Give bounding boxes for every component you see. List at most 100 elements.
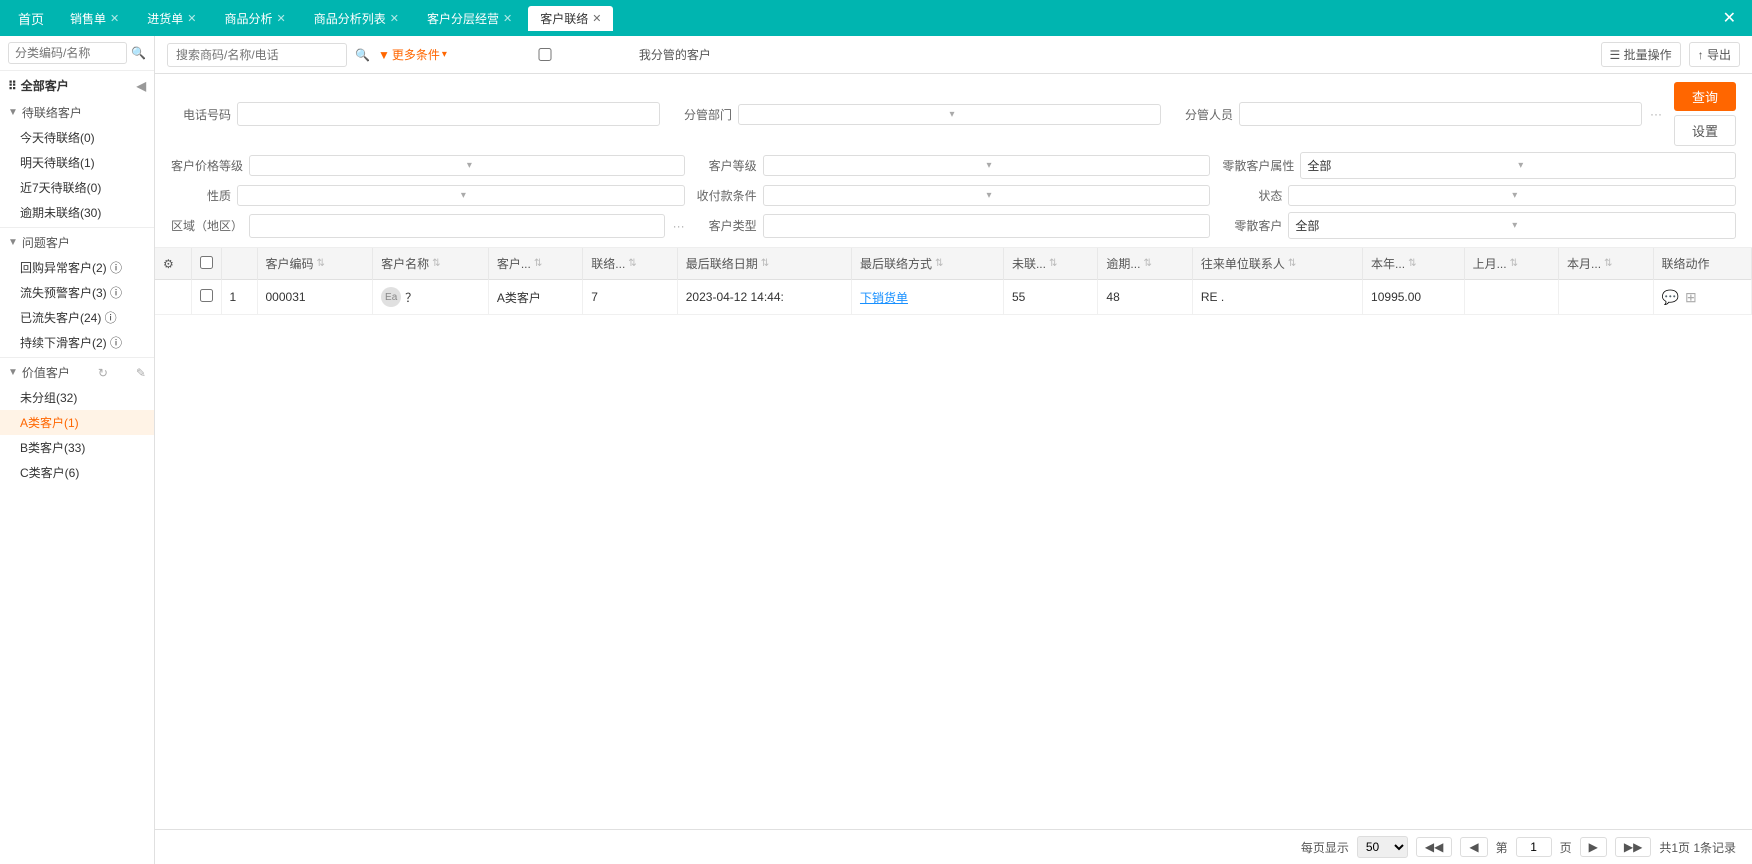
sidebar-item-b-class[interactable]: B类客户(33) <box>0 435 154 460</box>
sidebar-group-problem[interactable]: ▼ 问题客户 <box>0 230 154 255</box>
retail-cust-select[interactable]: 全部 ▾ <box>1288 212 1736 239</box>
search-input[interactable] <box>167 43 347 67</box>
retail-cust-label: 零散客户 <box>1222 217 1282 234</box>
person-dots-icon[interactable]: ··· <box>1650 107 1662 121</box>
th-unit-contact[interactable]: 往来单位联系人⇅ <box>1192 248 1362 280</box>
more-filters-btn[interactable]: ▼ 更多条件 ▾ <box>378 46 447 63</box>
td-checkbox[interactable] <box>191 280 221 315</box>
last-method-link[interactable]: 下销货单 <box>860 291 908 305</box>
close-tab-customer-contact[interactable]: ✕ <box>592 12 601 25</box>
sidebar-search-input[interactable] <box>8 42 127 64</box>
td-settings <box>155 280 191 315</box>
last-page-btn[interactable]: ▶▶ <box>1615 837 1651 857</box>
nav-tab-customer-tier[interactable]: 客户分层经营 ✕ <box>415 6 524 31</box>
qr-action-icon[interactable]: ⊞ <box>1685 289 1697 306</box>
retail-cust-value: 全部 <box>1295 217 1512 234</box>
price-tier-label: 客户价格等级 <box>171 157 243 174</box>
sidebar-item-unclassified[interactable]: 未分组(32) <box>0 385 154 410</box>
nature-select[interactable]: ▾ <box>237 185 685 206</box>
query-btn[interactable]: 查询 <box>1674 82 1736 111</box>
sidebar-item-7days[interactable]: 近7天待联络(0) <box>0 175 154 200</box>
sort-name-icon: ⇅ <box>432 258 440 269</box>
td-code: 000031 <box>257 280 373 315</box>
sidebar-all-customers-header[interactable]: ⠿ 全部客户 ◀ <box>0 71 154 100</box>
retail-attr-select[interactable]: 全部 ▾ <box>1300 152 1736 179</box>
nav-tab-sales[interactable]: 销售单 ✕ <box>58 6 131 31</box>
export-btn[interactable]: ↑ 导出 <box>1689 42 1740 67</box>
th-name[interactable]: 客户名称⇅ <box>373 248 489 280</box>
nav-tab-analysis-list[interactable]: 商品分析列表 ✕ <box>302 6 411 31</box>
sidebar-item-tomorrow[interactable]: 明天待联络(1) <box>0 150 154 175</box>
th-overdue[interactable]: 逾期...⇅ <box>1098 248 1192 280</box>
sidebar-group-value[interactable]: ▼ 价值客户 ↻ ✎ <box>0 360 154 385</box>
select-all-checkbox[interactable] <box>200 256 213 269</box>
my-customers-checkbox-wrap[interactable]: 我分管的客户 <box>455 46 711 63</box>
region-dots-icon[interactable]: ··· <box>673 219 685 233</box>
td-last-method: 下销货单 <box>851 280 1003 315</box>
payment-select[interactable]: ▾ <box>763 185 1211 206</box>
sidebar-item-churn-warning[interactable]: 流失预警客户(3) ⓘ <box>0 280 154 305</box>
nav-tab-analysis[interactable]: 商品分析 ✕ <box>212 6 297 31</box>
nav-tab-customer-contact[interactable]: 客户联络 ✕ <box>528 6 613 31</box>
th-last-method[interactable]: 最后联络方式⇅ <box>851 248 1003 280</box>
search-icon[interactable]: 🔍 <box>355 48 370 62</box>
cust-tier-select[interactable]: ▾ <box>763 155 1211 176</box>
status-select[interactable]: ▾ <box>1288 185 1736 206</box>
table-settings-icon[interactable]: ⚙ <box>163 257 174 271</box>
window-close-icon[interactable]: ✕ <box>1715 6 1744 30</box>
nav-home[interactable]: 首页 <box>8 5 54 32</box>
customer-name-text[interactable]: ？ <box>405 289 417 306</box>
setting-btn[interactable]: 设置 <box>1674 115 1736 146</box>
th-seq <box>221 248 257 280</box>
sidebar-item-churned[interactable]: 已流失客户(24) ⓘ <box>0 305 154 330</box>
prev-page-btn[interactable]: ◀ <box>1460 837 1487 857</box>
close-tab-customer-tier[interactable]: ✕ <box>503 12 512 25</box>
page-input[interactable] <box>1516 837 1552 857</box>
price-tier-select[interactable]: ▾ <box>249 155 685 176</box>
phone-input[interactable] <box>237 102 660 126</box>
dept-select[interactable]: ▾ <box>738 104 1161 125</box>
person-input[interactable] <box>1239 102 1642 126</box>
th-checkbox[interactable] <box>191 248 221 280</box>
sidebar-search-icon[interactable]: 🔍 <box>131 46 146 60</box>
batch-op-btn[interactable]: ☰ 批量操作 <box>1601 42 1681 67</box>
th-contact[interactable]: 联络...⇅ <box>583 248 677 280</box>
my-customers-checkbox[interactable] <box>455 48 635 61</box>
edit-icon[interactable]: ✎ <box>136 366 146 380</box>
th-type[interactable]: 客户...⇅ <box>488 248 582 280</box>
th-last-month[interactable]: 上月...⇅ <box>1464 248 1558 280</box>
region-input[interactable] <box>249 214 665 238</box>
close-tab-purchase[interactable]: ✕ <box>187 12 196 25</box>
sidebar-item-overdue[interactable]: 逾期未联络(30) <box>0 200 154 225</box>
next-page-btn[interactable]: ▶ <box>1580 837 1607 857</box>
message-action-icon[interactable]: 💬 <box>1662 289 1679 306</box>
th-this-month[interactable]: 本月...⇅ <box>1559 248 1653 280</box>
sidebar-group-pending[interactable]: ▼ 待联络客户 <box>0 100 154 125</box>
dept-label: 分管部门 <box>672 106 732 123</box>
sidebar-item-c-class[interactable]: C类客户(6) <box>0 460 154 485</box>
sidebar-item-repurchase-anomaly[interactable]: 回购异常客户(2) ⓘ <box>0 255 154 280</box>
per-page-select[interactable]: 50 100 200 <box>1357 836 1408 858</box>
th-last-date[interactable]: 最后联络日期⇅ <box>677 248 851 280</box>
payment-label: 收付款条件 <box>697 187 757 204</box>
first-page-btn[interactable]: ◀◀ <box>1416 837 1452 857</box>
sidebar-item-a-class[interactable]: A类客户(1) <box>0 410 154 435</box>
sidebar-item-declining[interactable]: 持续下滑客户(2) ⓘ <box>0 330 154 355</box>
filter-status: 状态 ▾ <box>1222 185 1736 206</box>
th-this-year[interactable]: 本年...⇅ <box>1363 248 1465 280</box>
th-code[interactable]: 客户编码⇅ <box>257 248 373 280</box>
nav-tab-purchase[interactable]: 进货单 ✕ <box>135 6 208 31</box>
th-no-contact[interactable]: 未联...⇅ <box>1003 248 1097 280</box>
sidebar-collapse-icon[interactable]: ◀ <box>137 79 146 93</box>
close-tab-analysis[interactable]: ✕ <box>277 12 286 25</box>
sidebar-group-problem-label: 问题客户 <box>22 234 70 251</box>
refresh-icon[interactable]: ↻ <box>98 366 108 380</box>
td-this-year: 10995.00 <box>1363 280 1465 315</box>
close-tab-analysis-list[interactable]: ✕ <box>390 12 399 25</box>
close-tab-sales[interactable]: ✕ <box>110 12 119 25</box>
cust-type-input[interactable] <box>763 214 1211 238</box>
row-checkbox[interactable] <box>200 289 213 302</box>
th-settings[interactable]: ⚙ <box>155 248 191 280</box>
status-arrow-icon: ▾ <box>1512 190 1729 201</box>
sidebar-item-today[interactable]: 今天待联络(0) <box>0 125 154 150</box>
